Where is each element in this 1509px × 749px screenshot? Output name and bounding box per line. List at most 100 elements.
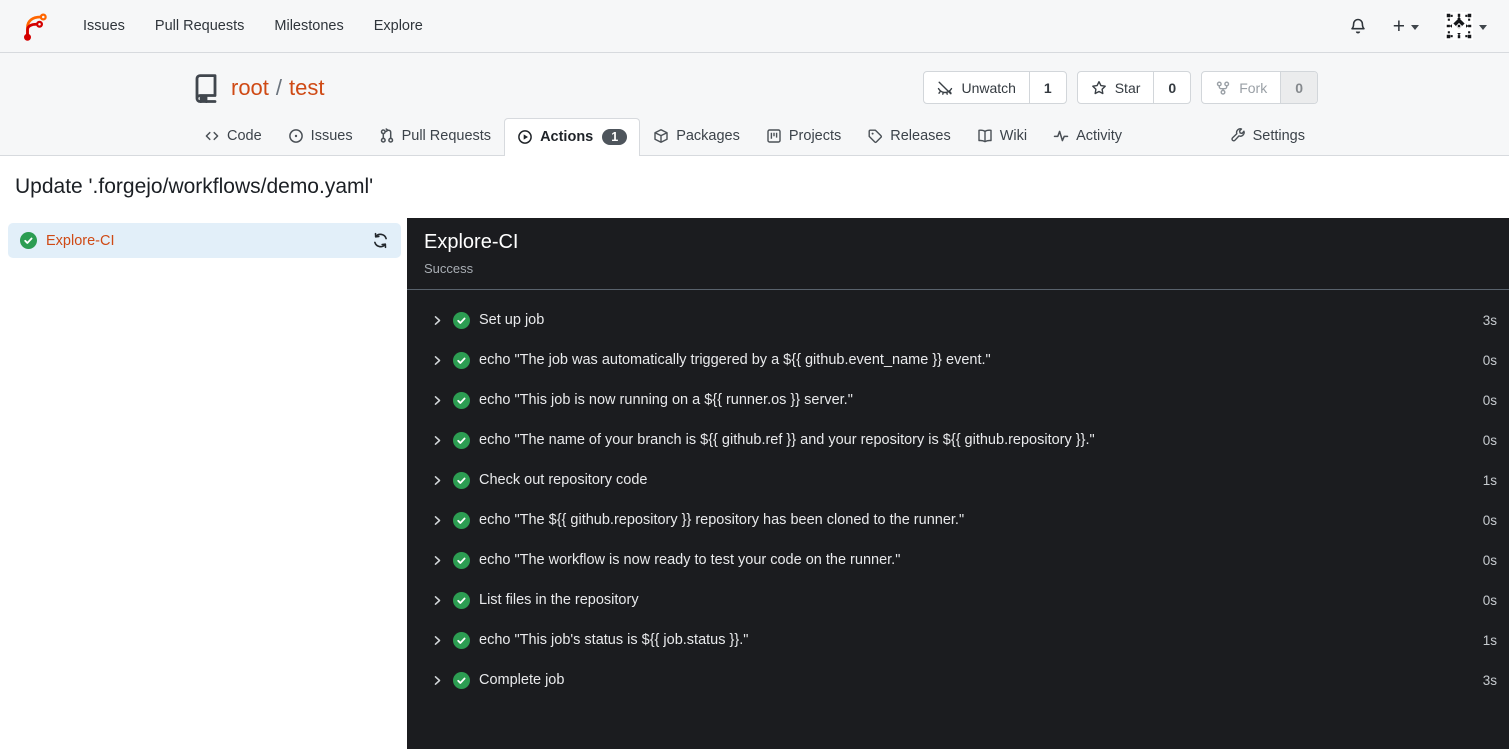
- steps-list: Set up job 3s echo "The job was automati…: [407, 290, 1509, 700]
- commit-title: Update '.forgejo/workflows/demo.yaml': [15, 175, 374, 198]
- step-name: echo "The workflow is now ready to test …: [479, 552, 901, 568]
- check-circle-icon: [20, 232, 37, 249]
- tab-label: Releases: [890, 128, 951, 144]
- job-log-header: Explore-CI Success: [407, 218, 1509, 290]
- rerun-job-button[interactable]: [372, 232, 389, 249]
- tab-actions[interactable]: Actions 1: [504, 118, 641, 156]
- project-board-icon: [767, 129, 781, 143]
- tab-issues[interactable]: Issues: [275, 117, 366, 155]
- sync-icon: [374, 232, 387, 249]
- repo-name-link[interactable]: test: [289, 75, 324, 101]
- job-name: Explore-CI: [46, 232, 115, 249]
- nav-link-explore[interactable]: Explore: [359, 9, 438, 43]
- nav-link-milestones[interactable]: Milestones: [259, 9, 358, 43]
- tab-label: Issues: [310, 128, 353, 144]
- step-row[interactable]: echo "The ${{ github.repository }} repos…: [431, 500, 1499, 540]
- run-layout: Explore-CI Explore-CI Success Set up job…: [0, 218, 1509, 749]
- tab-releases[interactable]: Releases: [854, 117, 963, 155]
- tab-label: Activity: [1076, 128, 1123, 144]
- chevron-right-icon: [431, 474, 444, 487]
- repo-book-icon: [191, 73, 221, 103]
- step-duration: 0s: [1482, 352, 1497, 368]
- tab-label: Projects: [788, 128, 842, 144]
- step-duration: 3s: [1482, 312, 1497, 328]
- tab-label: Pull Requests: [401, 128, 492, 144]
- tab-label: Packages: [676, 128, 740, 144]
- step-name: echo "The ${{ github.repository }} repos…: [479, 512, 965, 528]
- step-duration: 0s: [1482, 552, 1497, 568]
- user-avatar: [1445, 12, 1473, 40]
- chevron-right-icon: [431, 674, 444, 687]
- fork-icon: [1217, 81, 1230, 95]
- step-name: echo "This job's status is ${{ job.statu…: [479, 632, 749, 648]
- tab-label: Wiki: [999, 128, 1028, 144]
- step-name: echo "The name of your branch is ${{ git…: [479, 432, 1095, 448]
- unwatch-label: Unwatch: [961, 79, 1016, 96]
- notifications-button[interactable]: [1349, 17, 1367, 35]
- step-row[interactable]: echo "This job's status is ${{ job.statu…: [431, 620, 1499, 660]
- nav-link-pull-requests[interactable]: Pull Requests: [140, 9, 259, 43]
- step-name: Check out repository code: [479, 472, 648, 488]
- fork-button: Fork 0: [1201, 71, 1318, 104]
- step-row[interactable]: echo "This job is now running on a ${{ r…: [431, 380, 1499, 420]
- tab-code[interactable]: Code: [191, 117, 275, 155]
- top-navbar: Issues Pull Requests Milestones Explore …: [0, 0, 1509, 53]
- tab-label: Settings: [1252, 128, 1305, 144]
- stars-count[interactable]: 0: [1153, 72, 1190, 103]
- star-button[interactable]: Star 0: [1076, 71, 1192, 104]
- step-row[interactable]: echo "The workflow is now ready to test …: [431, 540, 1499, 580]
- create-new-menu[interactable]: +: [1393, 16, 1419, 37]
- tag-icon: [868, 129, 883, 143]
- check-circle-icon: [453, 471, 470, 489]
- tab-activity[interactable]: Activity: [1040, 117, 1135, 155]
- tab-label: Code: [227, 128, 262, 144]
- code-icon: [205, 131, 219, 141]
- step-duration: 1s: [1482, 632, 1497, 648]
- chevron-right-icon: [431, 314, 444, 327]
- repo-action-buttons: Unwatch 1 Star 0 Fork 0: [923, 71, 1318, 104]
- pulse-icon: [1053, 130, 1069, 142]
- chevron-right-icon: [431, 594, 444, 607]
- step-row[interactable]: List files in the repository 0s: [431, 580, 1499, 620]
- bell-icon: [1350, 18, 1365, 34]
- tab-pull-requests[interactable]: Pull Requests: [366, 117, 504, 155]
- navbar-right: +: [1349, 12, 1493, 40]
- check-circle-icon: [453, 671, 470, 689]
- forgejo-logo[interactable]: [16, 11, 54, 41]
- plus-icon: +: [1392, 14, 1405, 38]
- caret-down-icon: [1479, 24, 1487, 30]
- tab-settings[interactable]: Settings: [1217, 117, 1318, 155]
- actions-count-badge: 1: [602, 129, 628, 145]
- check-circle-icon: [453, 631, 470, 649]
- check-circle-icon: [453, 431, 470, 449]
- chevron-right-icon: [431, 394, 444, 407]
- tab-packages[interactable]: Packages: [640, 117, 753, 155]
- package-icon: [654, 129, 668, 143]
- step-row[interactable]: Set up job 3s: [431, 300, 1499, 340]
- fork-label: Fork: [1239, 79, 1268, 96]
- repo-tabs: Code Issues Pull Requests Actions 1 Pack…: [179, 117, 1330, 156]
- step-duration: 3s: [1482, 672, 1497, 688]
- repo-title-row: root / test Unwatch 1 Star 0 Fork 0: [179, 71, 1330, 104]
- nav-link-issues[interactable]: Issues: [68, 9, 140, 43]
- job-status-text: Success: [424, 261, 474, 276]
- unwatch-button[interactable]: Unwatch 1: [923, 71, 1067, 104]
- user-menu[interactable]: [1445, 12, 1487, 40]
- tab-wiki[interactable]: Wiki: [964, 117, 1040, 155]
- job-log-title: Explore-CI: [424, 231, 519, 253]
- job-item-explore-ci[interactable]: Explore-CI: [8, 223, 401, 258]
- tab-projects[interactable]: Projects: [753, 117, 854, 155]
- step-row[interactable]: Check out repository code 1s: [431, 460, 1499, 500]
- star-label: Star: [1114, 79, 1141, 96]
- forks-count: 0: [1280, 72, 1317, 103]
- step-row[interactable]: echo "The name of your branch is ${{ git…: [431, 420, 1499, 460]
- chevron-right-icon: [431, 354, 444, 367]
- step-row[interactable]: echo "The job was automatically triggere…: [431, 340, 1499, 380]
- book-open-icon: [978, 129, 992, 143]
- check-circle-icon: [453, 511, 470, 529]
- watchers-count[interactable]: 1: [1028, 72, 1066, 103]
- chevron-right-icon: [431, 634, 444, 647]
- step-row[interactable]: Complete job 3s: [431, 660, 1499, 700]
- repo-owner-link[interactable]: root: [231, 75, 269, 101]
- repo-breadcrumb: root / test: [231, 75, 325, 101]
